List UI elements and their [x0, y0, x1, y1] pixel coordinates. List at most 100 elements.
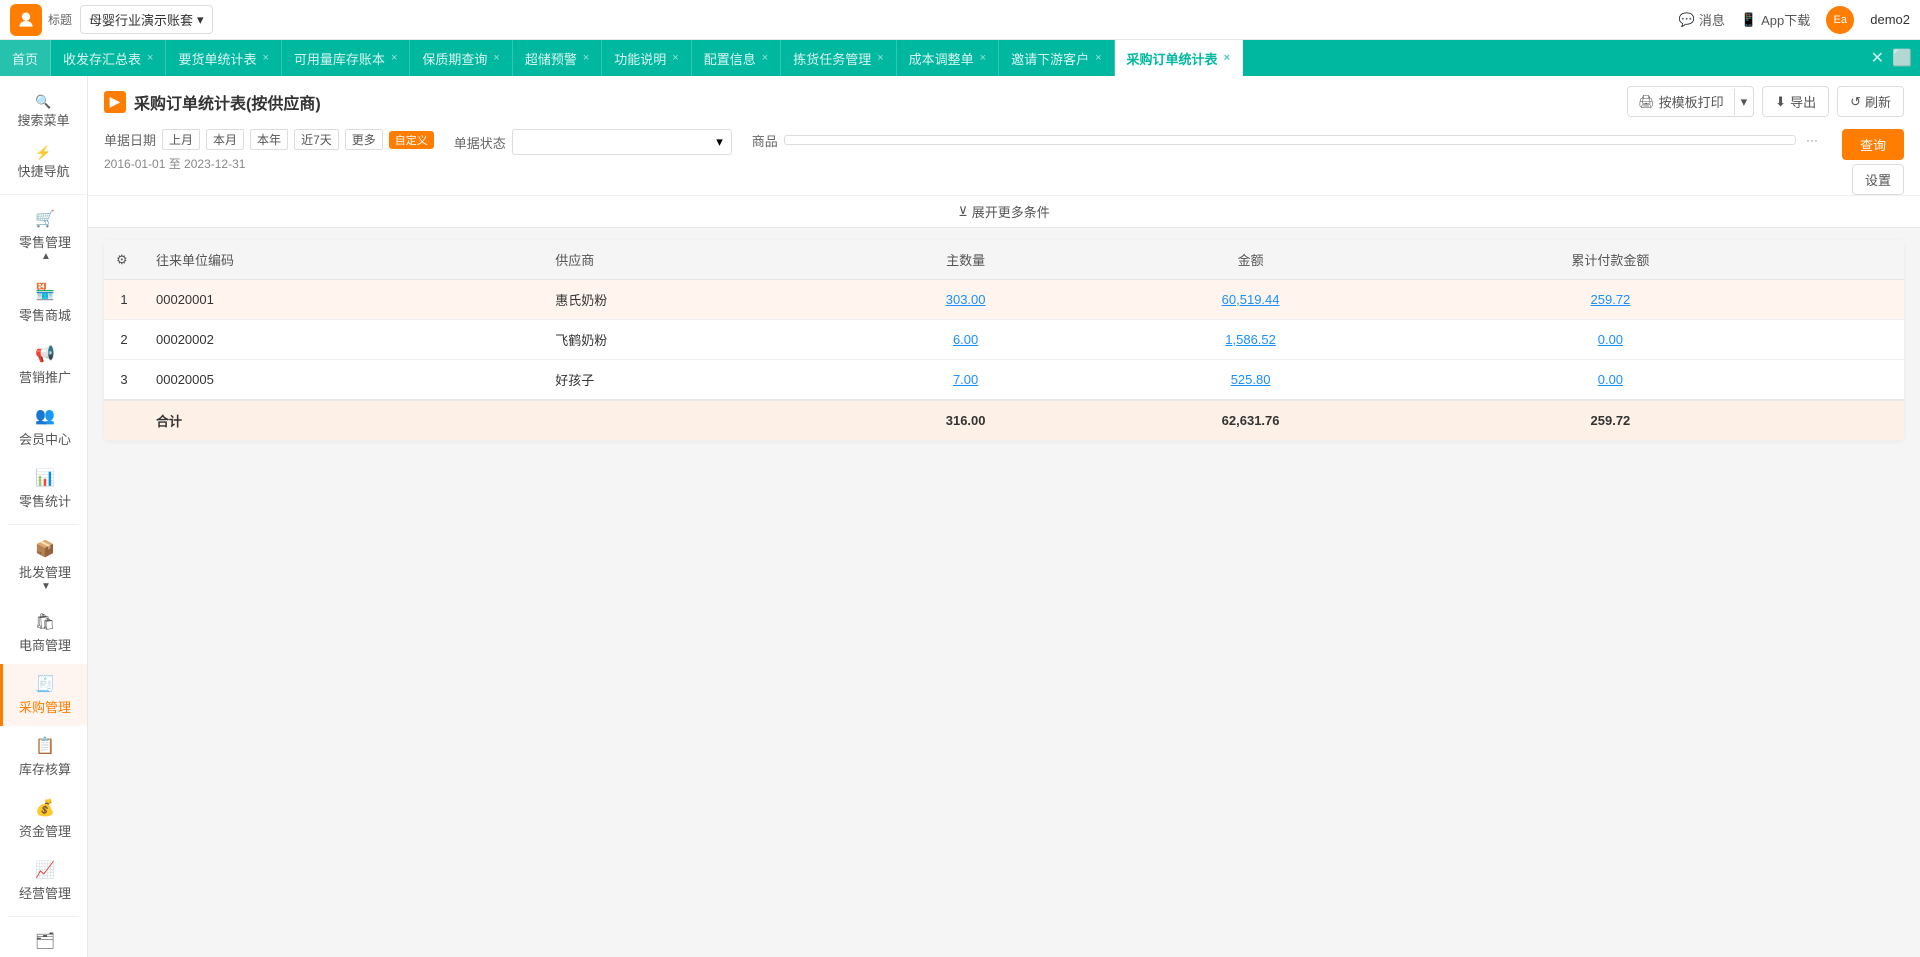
tab-overstock-close[interactable]: × [583, 52, 589, 64]
th-supplier: 供应商 [543, 240, 841, 280]
tab-stock-account[interactable]: 可用量库存账本 × [282, 40, 410, 76]
tab-overstock-label: 超储预警 [525, 49, 577, 68]
purchase-icon: 🧾 [35, 674, 55, 694]
th-amount: 金额 [1090, 240, 1410, 280]
print-dropdown-arrow[interactable]: ▾ [1734, 89, 1754, 115]
wholesale-arrow: ▼ [41, 581, 51, 592]
sidebar-item-biz-mgmt[interactable]: 📈 经营管理 [0, 850, 87, 912]
tab-order-stats[interactable]: 要货单统计表 × [166, 40, 281, 76]
app-download-button[interactable]: 📱 App下载 [1741, 10, 1810, 29]
retail-mgmt-icon: 🛒 [35, 209, 55, 229]
th-qty: 主数量 [841, 240, 1091, 280]
tab-invite-label: 邀请下游客户 [1011, 49, 1089, 68]
tab-config-label: 配置信息 [704, 49, 756, 68]
sidebar-item-retail-stats[interactable]: 📊 零售统计 [0, 458, 87, 520]
tab-invite-close[interactable]: × [1095, 52, 1101, 64]
tab-purchase-stats-close[interactable]: × [1224, 52, 1230, 64]
table-row: 1 00020001 惠氏奶粉 303.00 60,519.44 259.72 [104, 280, 1904, 320]
tab-collect-close[interactable]: × [147, 52, 153, 64]
sidebar-item-purchase[interactable]: 🧾 采购管理 [0, 664, 87, 726]
tab-cost-adj-close[interactable]: × [980, 52, 986, 64]
workspace-arrow: ▾ [197, 12, 204, 28]
table-settings-icon[interactable]: ⚙ [116, 252, 128, 267]
tab-config-close[interactable]: × [762, 52, 768, 64]
refresh-button[interactable]: ↺ 刷新 [1837, 86, 1904, 117]
sidebar-item-finance[interactable]: 💰 资金管理 [0, 788, 87, 850]
row-paid: 0.00 [1411, 360, 1810, 401]
app-download-label: App下载 [1761, 10, 1810, 29]
tab-overstock[interactable]: 超储预警 × [513, 40, 602, 76]
row-code: 00020001 [144, 280, 543, 320]
export-button[interactable]: ⬇ 导出 [1762, 86, 1829, 117]
table-area: ⚙ 往来单位编码 供应商 主数量 金额 累计付款金额 1 00020001 [88, 228, 1920, 957]
sidebar-item-ecommerce[interactable]: 🛍 电商管理 [0, 602, 87, 664]
logo-text: 标题 [48, 11, 72, 28]
date-btn-last-month[interactable]: 上月 [162, 129, 200, 150]
sidebar-item-basic-info[interactable]: 🗂 基础信息 [0, 921, 87, 957]
restore-tab-icon[interactable]: ⬜ [1892, 48, 1912, 68]
more-filter-btn[interactable]: ··· [1802, 129, 1822, 151]
tab-func-desc-label: 功能说明 [614, 49, 666, 68]
sidebar-item-inventory[interactable]: 📋 库存核算 [0, 726, 87, 788]
tab-order-stats-close[interactable]: × [262, 52, 268, 64]
expand-more-btn[interactable]: ⊻ 展开更多条件 [958, 202, 1050, 221]
tab-collect[interactable]: 收发存汇总表 × [51, 40, 166, 76]
goods-input[interactable] [784, 135, 1796, 145]
page-header-section: ▶ 采购订单统计表(按供应商) 🖨 按模板打印 ▾ ⬇ 导出 [88, 76, 1920, 228]
quick-nav-icon: ⚡ [35, 145, 51, 161]
table-footer-row: 合计 316.00 62,631.76 259.72 [104, 400, 1904, 441]
date-btn-this-month[interactable]: 本月 [206, 129, 244, 150]
close-tab-icon[interactable]: ✕ [1871, 48, 1884, 68]
row-supplier: 惠氏奶粉 [543, 280, 841, 320]
user-name[interactable]: demo2 [1870, 12, 1910, 27]
query-action-group: 查询 设置 [1842, 129, 1904, 195]
print-button[interactable]: 🖨 按模板打印 [1628, 87, 1734, 116]
tab-purchase-stats[interactable]: 采购订单统计表 × [1115, 40, 1243, 76]
footer-total-qty: 316.00 [841, 400, 1091, 441]
workspace-selector[interactable]: 母婴行业演示账套 ▾ [80, 5, 213, 34]
marketing-icon: 📢 [35, 344, 55, 364]
main-layout: 🔍 搜索菜单 ⚡ 快捷导航 🛒 零售管理 ▲ 🏪 零售商城 📢 营销推广 [0, 76, 1920, 957]
top-bar-left: 标题 母婴行业演示账套 ▾ [10, 4, 213, 36]
th-paid: 累计付款金额 [1411, 240, 1810, 280]
row-code: 00020005 [144, 360, 543, 401]
message-button[interactable]: 💬 消息 [1679, 10, 1725, 29]
tab-invite[interactable]: 邀请下游客户 × [999, 40, 1114, 76]
tab-func-desc-close[interactable]: × [672, 52, 678, 64]
sidebar-item-member-center[interactable]: 👥 会员中心 [0, 396, 87, 458]
query-button[interactable]: 查询 [1842, 129, 1904, 160]
date-btn-7days[interactable]: 近7天 [294, 129, 339, 150]
settings-button[interactable]: 设置 [1852, 164, 1904, 195]
tab-home[interactable]: 首页 [0, 40, 51, 76]
sidebar-search-label: 搜索菜单 [17, 110, 69, 129]
row-qty: 303.00 [841, 280, 1091, 320]
sidebar-item-retail-mgmt[interactable]: 🛒 零售管理 ▲ [0, 199, 87, 272]
sidebar-item-quick-nav[interactable]: ⚡ 快捷导航 [8, 137, 79, 188]
row-qty: 6.00 [841, 320, 1091, 360]
sidebar-marketing-label: 营销推广 [19, 367, 71, 386]
tab-pick-task[interactable]: 拣货任务管理 × [781, 40, 896, 76]
tab-func-desc[interactable]: 功能说明 × [602, 40, 691, 76]
tab-pick-task-close[interactable]: × [877, 52, 883, 64]
date-btn-this-year[interactable]: 本年 [250, 129, 288, 150]
tab-config[interactable]: 配置信息 × [692, 40, 781, 76]
tab-warranty-close[interactable]: × [493, 52, 499, 64]
footer-total-paid: 259.72 [1411, 400, 1810, 441]
table-header-row: ⚙ 往来单位编码 供应商 主数量 金额 累计付款金额 [104, 240, 1904, 280]
tab-cost-adj[interactable]: 成本调整单 × [897, 40, 999, 76]
sidebar-item-retail-mall[interactable]: 🏪 零售商城 [0, 272, 87, 334]
sidebar-item-wholesale[interactable]: 📦 批发管理 ▼ [0, 529, 87, 602]
refresh-icon: ↺ [1850, 94, 1861, 110]
expand-row: ⊻ 展开更多条件 [88, 195, 1920, 227]
search-icon: 🔍 [35, 94, 51, 110]
sidebar-item-marketing[interactable]: 📢 营销推广 [0, 334, 87, 396]
date-btn-more[interactable]: 更多 [345, 129, 383, 150]
row-supplier: 飞鹤奶粉 [543, 320, 841, 360]
collapse-sidebar-btn[interactable]: ▶ [104, 91, 126, 113]
status-select[interactable]: ▾ [512, 129, 732, 155]
finance-icon: 💰 [35, 798, 55, 818]
tab-stock-account-close[interactable]: × [391, 52, 397, 64]
tab-warranty[interactable]: 保质期查询 × [410, 40, 512, 76]
sidebar-item-search[interactable]: 🔍 搜索菜单 [8, 86, 79, 137]
sidebar-biz-mgmt-label: 经营管理 [19, 883, 71, 902]
